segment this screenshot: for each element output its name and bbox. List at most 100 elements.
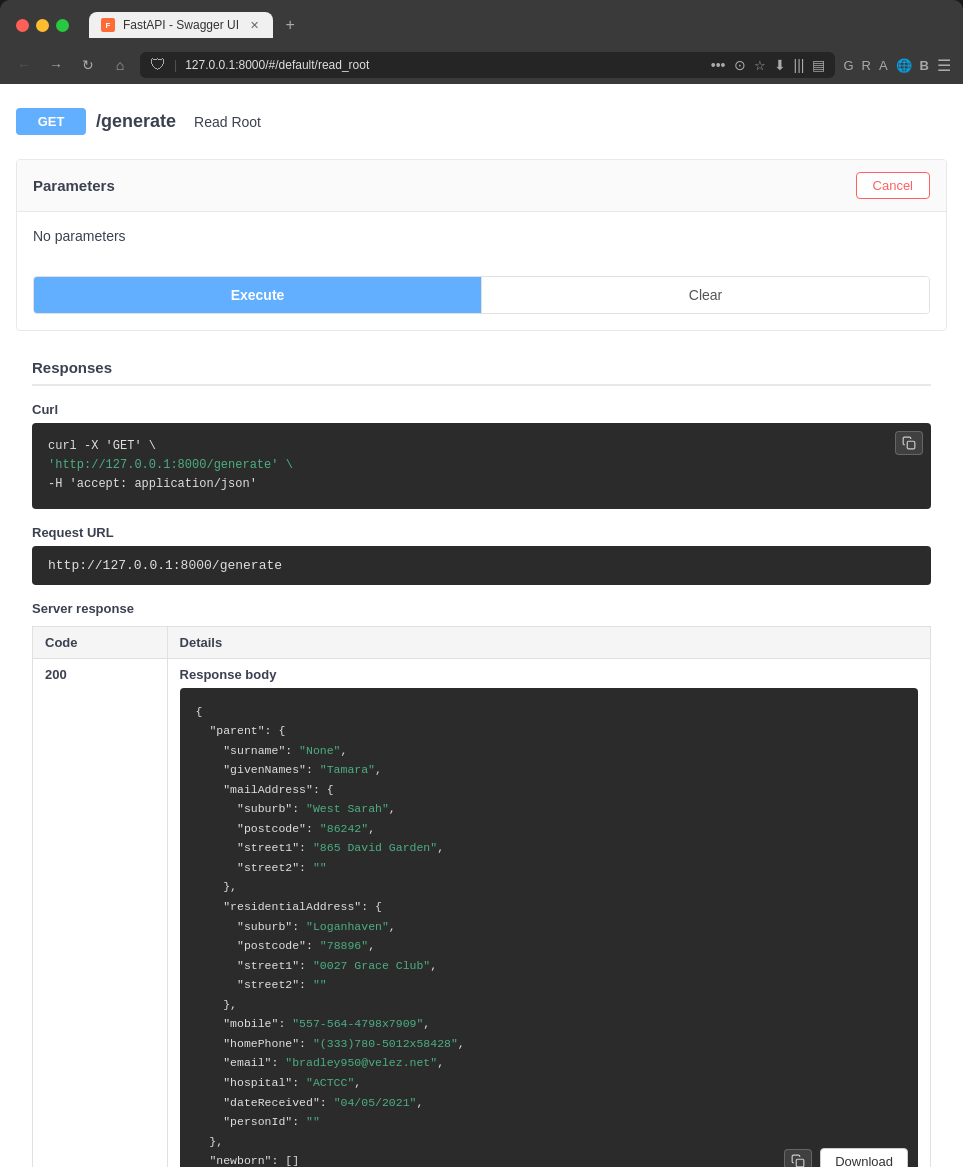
response-details-cell: Response body { "parent": { "surname": "… [167, 658, 930, 1167]
method-badge: GET [16, 108, 86, 135]
rb-line24: "newborn": [] [196, 1154, 300, 1167]
details-header: Details [167, 626, 930, 658]
rb-line2: "parent": { [196, 724, 286, 737]
rb-line19: "email": "bradley950@velez.net", [196, 1056, 444, 1069]
request-url-section: Request URL http://127.0.0.1:8000/genera… [32, 525, 931, 585]
forward-button[interactable]: → [44, 53, 68, 77]
menu-icon[interactable]: ☰ [937, 56, 951, 75]
code-header: Code [33, 626, 168, 658]
parameters-section: Parameters Cancel No parameters Execute … [16, 159, 947, 331]
profile-b-icon[interactable]: B [920, 58, 929, 73]
rb-line7: "postcode": "86242", [196, 822, 375, 835]
minimize-button[interactable] [36, 19, 49, 32]
tab-bar: F FastAPI - Swagger UI ✕ + [89, 12, 947, 38]
new-tab-button[interactable]: + [277, 12, 303, 38]
rb-line14: "street1": "0027 Grace Club", [196, 959, 438, 972]
rb-line20: "hospital": "ACTCC", [196, 1076, 362, 1089]
copy-curl-button[interactable] [895, 431, 923, 455]
home-button[interactable]: ⌂ [108, 53, 132, 77]
response-body-label: Response body [180, 667, 918, 682]
server-response-title: Server response [32, 601, 931, 616]
title-bar: F FastAPI - Swagger UI ✕ + [0, 0, 963, 46]
response-code-cell: 200 [33, 658, 168, 1167]
rb-line17: "mobile": "557-564-4798x7909", [196, 1017, 431, 1030]
profile-g-icon[interactable]: G [843, 58, 853, 73]
server-response-section: Server response Code Details 200 [32, 601, 931, 1167]
more-icon[interactable]: ••• [711, 57, 726, 73]
tab-title: FastAPI - Swagger UI [123, 18, 239, 32]
table-row: 200 Response body { "parent": { [33, 658, 931, 1167]
execute-button[interactable]: Execute [34, 277, 481, 313]
nav-bar: ← → ↻ ⌂ 🛡 | ••• ⊙ ☆ ⬇ ||| ▤ G R A 🌐 B ☰ [0, 46, 963, 84]
library-icon[interactable]: ||| [794, 57, 805, 73]
address-separator: | [174, 58, 177, 72]
curl-line3: -H 'accept: application/json' [48, 477, 257, 491]
rb-line23: }, [196, 1135, 224, 1148]
traffic-lights [16, 19, 69, 32]
reader-icon[interactable]: ▤ [812, 57, 825, 73]
response-body-section: Response body { "parent": { "surname": "… [180, 667, 918, 1167]
response-actions: Download [784, 1148, 908, 1167]
tab-close-button[interactable]: ✕ [247, 18, 261, 32]
curl-label: Curl [32, 402, 931, 417]
address-bar[interactable] [185, 58, 703, 72]
rb-line21: "dateReceived": "04/05/2021", [196, 1096, 424, 1109]
rb-line6: "suburb": "West Sarah", [196, 802, 396, 815]
bookmark-icon[interactable]: ☆ [754, 58, 766, 73]
close-button[interactable] [16, 19, 29, 32]
rb-line4: "givenNames": "Tamara", [196, 763, 382, 776]
browser-window: F FastAPI - Swagger UI ✕ + ← → ↻ ⌂ 🛡 | •… [0, 0, 963, 1167]
rb-line13: "postcode": "78896", [196, 939, 375, 952]
cancel-button[interactable]: Cancel [856, 172, 930, 199]
response-body-code-block: { "parent": { "surname": "None", "givenN… [180, 688, 918, 1167]
address-bar-container: 🛡 | ••• ⊙ ☆ ⬇ ||| ▤ [140, 52, 835, 78]
profile-a-icon[interactable]: A [879, 58, 888, 73]
svg-rect-1 [796, 1159, 804, 1167]
curl-line1: curl -X 'GET' \ [48, 439, 156, 453]
nav-icons: ••• ⊙ ☆ ⬇ ||| ▤ [711, 57, 826, 73]
request-url-label: Request URL [32, 525, 931, 540]
endpoint-header: GET /generate Read Root [16, 100, 947, 143]
responses-title: Responses [32, 359, 931, 386]
endpoint-description: Read Root [194, 114, 261, 130]
download-nav-icon[interactable]: ⬇ [774, 57, 786, 73]
download-button[interactable]: Download [820, 1148, 908, 1167]
no-params-text: No parameters [17, 212, 946, 260]
maximize-button[interactable] [56, 19, 69, 32]
rb-line5: "mailAddress": { [196, 783, 334, 796]
active-tab[interactable]: F FastAPI - Swagger UI ✕ [89, 12, 273, 38]
endpoint-path: /generate [96, 111, 176, 132]
rb-line22: "personId": "" [196, 1115, 320, 1128]
shield-icon: 🛡 [150, 56, 166, 74]
rb-line10: }, [196, 880, 237, 893]
copy-response-button[interactable] [784, 1149, 812, 1167]
clear-button[interactable]: Clear [481, 277, 929, 313]
responses-section: Responses Curl curl -X 'GET' \ 'http://1… [16, 347, 947, 1167]
svg-rect-0 [907, 441, 915, 449]
rb-line9: "street2": "" [196, 861, 327, 874]
request-url-display: http://127.0.0.1:8000/generate [32, 546, 931, 585]
response-table: Code Details 200 Response body [32, 626, 931, 1167]
swagger-container: GET /generate Read Root Parameters Cance… [0, 84, 963, 1167]
rb-line11: "residentialAddress": { [196, 900, 382, 913]
section-header: Parameters Cancel [17, 160, 946, 212]
globe-icon[interactable]: 🌐 [896, 58, 912, 73]
refresh-button[interactable]: ↻ [76, 53, 100, 77]
rb-line16: }, [196, 998, 237, 1011]
rb-line12: "suburb": "Loganhaven", [196, 920, 396, 933]
parameters-title: Parameters [33, 177, 115, 194]
profile-r-icon[interactable]: R [862, 58, 871, 73]
rb-line8: "street1": "865 David Garden", [196, 841, 445, 854]
curl-code-block: curl -X 'GET' \ 'http://127.0.0.1:8000/g… [32, 423, 931, 509]
curl-line2: 'http://127.0.0.1:8000/generate' \ [48, 458, 293, 472]
tab-favicon: F [101, 18, 115, 32]
rb-line3: "surname": "None", [196, 744, 348, 757]
back-button[interactable]: ← [12, 53, 36, 77]
rb-line18: "homePhone": "(333)780-5012x58428", [196, 1037, 465, 1050]
action-buttons: Execute Clear [33, 276, 930, 314]
rb-line15: "street2": "" [196, 978, 327, 991]
curl-section: Curl curl -X 'GET' \ 'http://127.0.0.1:8… [32, 402, 931, 509]
rb-line1: { [196, 705, 203, 718]
pocket-icon[interactable]: ⊙ [734, 57, 746, 73]
browser-nav-icons: G R A 🌐 B ☰ [843, 56, 951, 75]
